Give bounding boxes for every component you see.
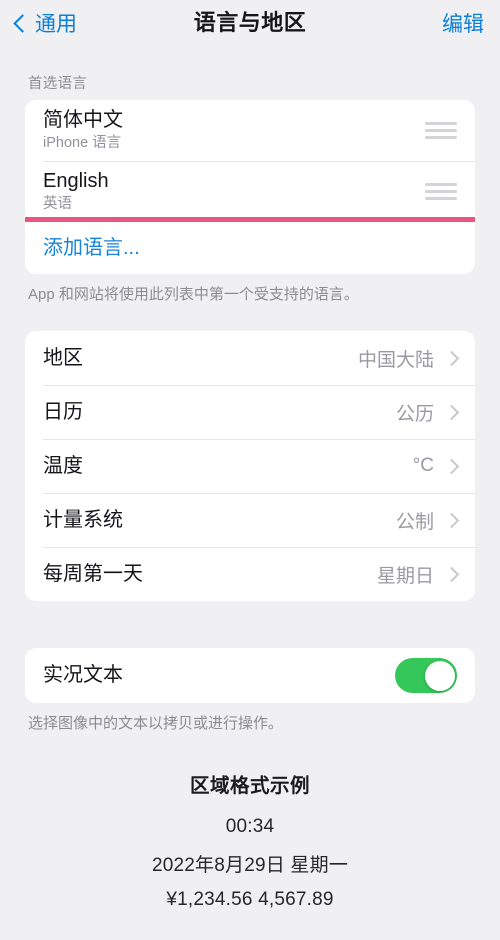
region-format-example-date: 2022年8月29日 星期一	[25, 850, 475, 877]
section-spacer	[25, 305, 475, 331]
language-row-text: 简体中文 iPhone 语言	[43, 108, 425, 152]
section-spacer	[25, 601, 475, 648]
first-day-of-week-row-label: 每周第一天	[43, 562, 143, 587]
toggle-knob	[425, 661, 455, 691]
region-format-example-title: 区域格式示例	[25, 769, 475, 798]
live-text-card: 实况文本	[25, 648, 475, 703]
reorder-bar	[425, 129, 457, 132]
back-button-label: 通用	[35, 8, 77, 38]
reorder-handle-icon[interactable]	[425, 183, 457, 200]
first-day-of-week-row-value: 星期日	[377, 561, 434, 588]
language-name: 简体中文	[43, 108, 425, 133]
chevron-right-icon	[444, 566, 460, 582]
reorder-bar	[425, 183, 457, 186]
calendar-row[interactable]: 日历 公历	[25, 385, 475, 439]
reorder-handle-icon[interactable]	[425, 122, 457, 139]
preferred-languages-card: 简体中文 iPhone 语言 English 英语 添加语言...	[25, 100, 475, 274]
add-language-label: 添加语言...	[43, 236, 140, 261]
settings-content: 首选语言 简体中文 iPhone 语言 English 英语	[0, 46, 500, 911]
temperature-row[interactable]: 温度 °C	[25, 439, 475, 493]
language-row-simplified-chinese[interactable]: 简体中文 iPhone 语言	[25, 100, 475, 161]
region-format-example: 区域格式示例 00:34 2022年8月29日 星期一 ¥1,234.56 4,…	[25, 735, 475, 911]
reorder-bar	[425, 122, 457, 125]
language-row-text: English 英语	[43, 169, 425, 213]
temperature-row-label: 温度	[43, 454, 83, 479]
language-subtitle: 英语	[43, 196, 425, 213]
region-format-example-numbers: ¥1,234.56 4,567.89	[25, 889, 475, 911]
calendar-row-value: 公历	[396, 399, 434, 426]
first-day-of-week-row[interactable]: 每周第一天 星期日	[25, 547, 475, 601]
reorder-bar	[425, 190, 457, 193]
live-text-toggle[interactable]	[395, 658, 457, 693]
measurement-system-row[interactable]: 计量系统 公制	[25, 493, 475, 547]
language-row-english[interactable]: English 英语	[25, 161, 475, 222]
add-language-highlight-wrapper: 添加语言...	[25, 222, 475, 274]
reorder-bar	[425, 197, 457, 200]
navigation-bar: 通用 语言与地区 编辑	[0, 0, 500, 46]
region-format-example-time: 00:34	[25, 816, 475, 838]
chevron-left-icon	[13, 14, 31, 32]
add-language-button[interactable]: 添加语言...	[25, 222, 475, 274]
temperature-row-value: °C	[413, 455, 434, 477]
chevron-right-icon	[444, 512, 460, 528]
region-row-value: 中国大陆	[358, 345, 434, 372]
reorder-bar	[425, 136, 457, 139]
calendar-row-label: 日历	[43, 400, 83, 425]
edit-button[interactable]: 编辑	[442, 8, 484, 38]
preferred-languages-footer: App 和网站将使用此列表中第一个受支持的语言。	[25, 274, 475, 305]
measurement-system-row-label: 计量系统	[43, 508, 123, 533]
region-settings-card: 地区 中国大陆 日历 公历 温度 °C 计量系统 公制 每周第一天 星期日	[25, 331, 475, 601]
region-row[interactable]: 地区 中国大陆	[25, 331, 475, 385]
live-text-row: 实况文本	[25, 648, 475, 703]
chevron-right-icon	[444, 458, 460, 474]
preferred-languages-header: 首选语言	[25, 46, 475, 100]
chevron-right-icon	[444, 404, 460, 420]
measurement-system-row-value: 公制	[396, 507, 434, 534]
language-subtitle: iPhone 语言	[43, 135, 425, 152]
region-row-label: 地区	[43, 346, 83, 371]
language-name: English	[43, 169, 425, 194]
live-text-label: 实况文本	[43, 663, 123, 688]
back-button[interactable]: 通用	[16, 8, 77, 38]
chevron-right-icon	[444, 350, 460, 366]
live-text-footer: 选择图像中的文本以拷贝或进行操作。	[25, 703, 475, 734]
